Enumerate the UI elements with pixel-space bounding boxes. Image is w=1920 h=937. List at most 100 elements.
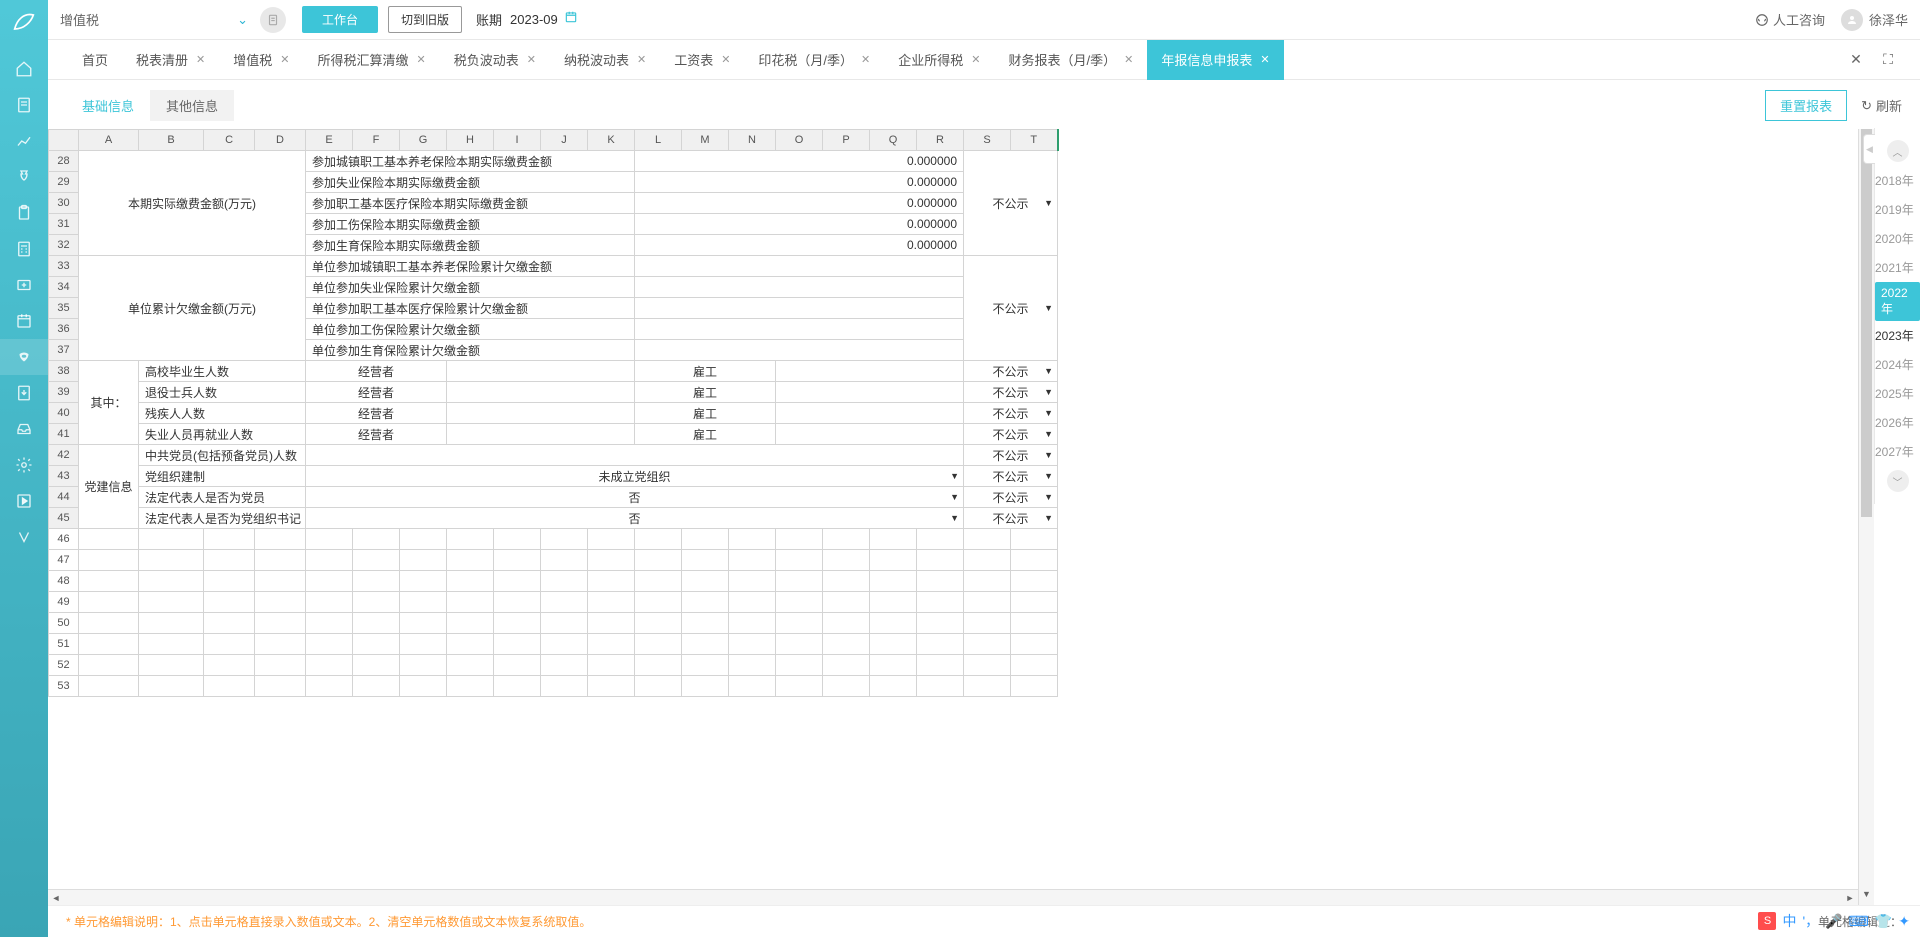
value-cell[interactable]	[635, 277, 964, 298]
value-cell[interactable]	[776, 361, 964, 382]
empty-cell[interactable]	[204, 571, 255, 592]
ime-lang[interactable]: 中	[1782, 911, 1796, 931]
ime-tool-icon[interactable]: ✦	[1898, 913, 1910, 930]
empty-cell[interactable]	[729, 550, 776, 571]
row-header-37[interactable]: 37	[49, 340, 79, 361]
empty-cell[interactable]	[870, 634, 917, 655]
empty-cell[interactable]	[400, 613, 447, 634]
empty-cell[interactable]	[494, 613, 541, 634]
empty-cell[interactable]	[306, 676, 353, 697]
tab-10[interactable]: 年报信息申报表✕	[1147, 40, 1283, 80]
year-2022年[interactable]: 2022年	[1875, 282, 1920, 321]
value-cell[interactable]: 0.000000	[635, 214, 964, 235]
row-header-34[interactable]: 34	[49, 277, 79, 298]
empty-cell[interactable]	[494, 592, 541, 613]
empty-cell[interactable]	[139, 634, 204, 655]
tab-close-icon[interactable]: ✕	[721, 53, 730, 66]
col-header-A[interactable]: A	[79, 130, 139, 151]
empty-cell[interactable]	[541, 676, 588, 697]
empty-cell[interactable]	[635, 571, 682, 592]
empty-cell[interactable]	[204, 592, 255, 613]
row-header-48[interactable]: 48	[49, 571, 79, 592]
col-header-C[interactable]: C	[204, 130, 255, 151]
empty-cell[interactable]	[353, 634, 400, 655]
col-header-G[interactable]: G	[400, 130, 447, 151]
empty-cell[interactable]	[541, 571, 588, 592]
empty-cell[interactable]	[917, 550, 964, 571]
value-cell[interactable]	[447, 361, 635, 382]
dropdown-cell[interactable]: 不公示▼	[964, 382, 1058, 403]
year-2018年[interactable]: 2018年	[1875, 166, 1920, 195]
empty-cell[interactable]	[255, 676, 306, 697]
row-header-52[interactable]: 52	[49, 655, 79, 676]
year-2024年[interactable]: 2024年	[1875, 350, 1920, 379]
row-header-50[interactable]: 50	[49, 613, 79, 634]
empty-cell[interactable]	[447, 634, 494, 655]
nav-clipboard-icon[interactable]	[0, 195, 48, 231]
empty-cell[interactable]	[870, 676, 917, 697]
empty-cell[interactable]	[447, 613, 494, 634]
empty-cell[interactable]	[870, 655, 917, 676]
col-header-S[interactable]: S	[964, 130, 1011, 151]
tab-close-icon[interactable]: ✕	[1124, 53, 1133, 66]
tab-7[interactable]: 印花税（月/季）✕	[744, 40, 884, 80]
tab-1[interactable]: 税表清册✕	[122, 40, 219, 80]
dropdown-cell[interactable]: 不公示▼	[964, 466, 1058, 487]
empty-cell[interactable]	[964, 550, 1011, 571]
col-header-T[interactable]: T	[1011, 130, 1058, 151]
empty-cell[interactable]	[776, 592, 823, 613]
scroll-right-icon[interactable]: ►	[1842, 890, 1858, 905]
empty-cell[interactable]	[917, 655, 964, 676]
year-down-icon[interactable]: ﹀	[1887, 470, 1909, 492]
empty-cell[interactable]	[729, 613, 776, 634]
ime-s-icon[interactable]: S	[1758, 912, 1776, 930]
empty-cell[interactable]	[870, 571, 917, 592]
dropdown-cell[interactable]: 不公示▼	[964, 403, 1058, 424]
empty-cell[interactable]	[353, 613, 400, 634]
avatar-icon[interactable]	[1841, 9, 1863, 31]
horizontal-scrollbar[interactable]: ◄ ►	[48, 889, 1858, 905]
col-header-F[interactable]: F	[353, 130, 400, 151]
empty-cell[interactable]	[447, 655, 494, 676]
refresh-button[interactable]: ↻ 刷新	[1861, 90, 1902, 121]
spreadsheet[interactable]: ABCDEFGHIJKLMNOPQRST 28本期实际缴费金额(万元)参加城镇职…	[48, 129, 1059, 697]
empty-cell[interactable]	[400, 550, 447, 571]
dropdown-cell[interactable]: 不公示▼	[964, 424, 1058, 445]
empty-cell[interactable]	[917, 676, 964, 697]
empty-cell[interactable]	[635, 529, 682, 550]
row-header-47[interactable]: 47	[49, 550, 79, 571]
empty-cell[interactable]	[588, 592, 635, 613]
tab-close-icon[interactable]: ✕	[196, 53, 205, 66]
value-cell[interactable]	[635, 340, 964, 361]
empty-cell[interactable]	[729, 529, 776, 550]
empty-cell[interactable]	[588, 550, 635, 571]
empty-cell[interactable]	[588, 571, 635, 592]
empty-cell[interactable]	[306, 613, 353, 634]
ime-skin-icon[interactable]: 👕	[1875, 913, 1892, 930]
empty-cell[interactable]	[870, 529, 917, 550]
calendar-icon[interactable]	[564, 10, 578, 29]
row-header-40[interactable]: 40	[49, 403, 79, 424]
empty-cell[interactable]	[255, 571, 306, 592]
row-header-46[interactable]: 46	[49, 529, 79, 550]
support-link[interactable]: 人工咨询	[1755, 10, 1825, 29]
empty-cell[interactable]	[400, 571, 447, 592]
col-header-P[interactable]: P	[823, 130, 870, 151]
empty-cell[interactable]	[353, 571, 400, 592]
row-header-28[interactable]: 28	[49, 151, 79, 172]
empty-cell[interactable]	[79, 655, 139, 676]
empty-cell[interactable]	[306, 655, 353, 676]
user-name[interactable]: 徐泽华	[1869, 10, 1908, 29]
tab-close-icon[interactable]: ✕	[1260, 53, 1269, 66]
empty-cell[interactable]	[917, 571, 964, 592]
close-all-icon[interactable]: ✕	[1844, 48, 1868, 72]
empty-cell[interactable]	[447, 676, 494, 697]
empty-cell[interactable]	[870, 592, 917, 613]
col-header-E[interactable]: E	[306, 130, 353, 151]
fullscreen-icon[interactable]: ⛶	[1876, 48, 1900, 72]
workbench-button[interactable]: 工作台	[302, 6, 378, 33]
nav-calc-icon[interactable]	[0, 231, 48, 267]
empty-cell[interactable]	[870, 550, 917, 571]
empty-cell[interactable]	[306, 529, 353, 550]
nav-doc-icon[interactable]	[0, 87, 48, 123]
